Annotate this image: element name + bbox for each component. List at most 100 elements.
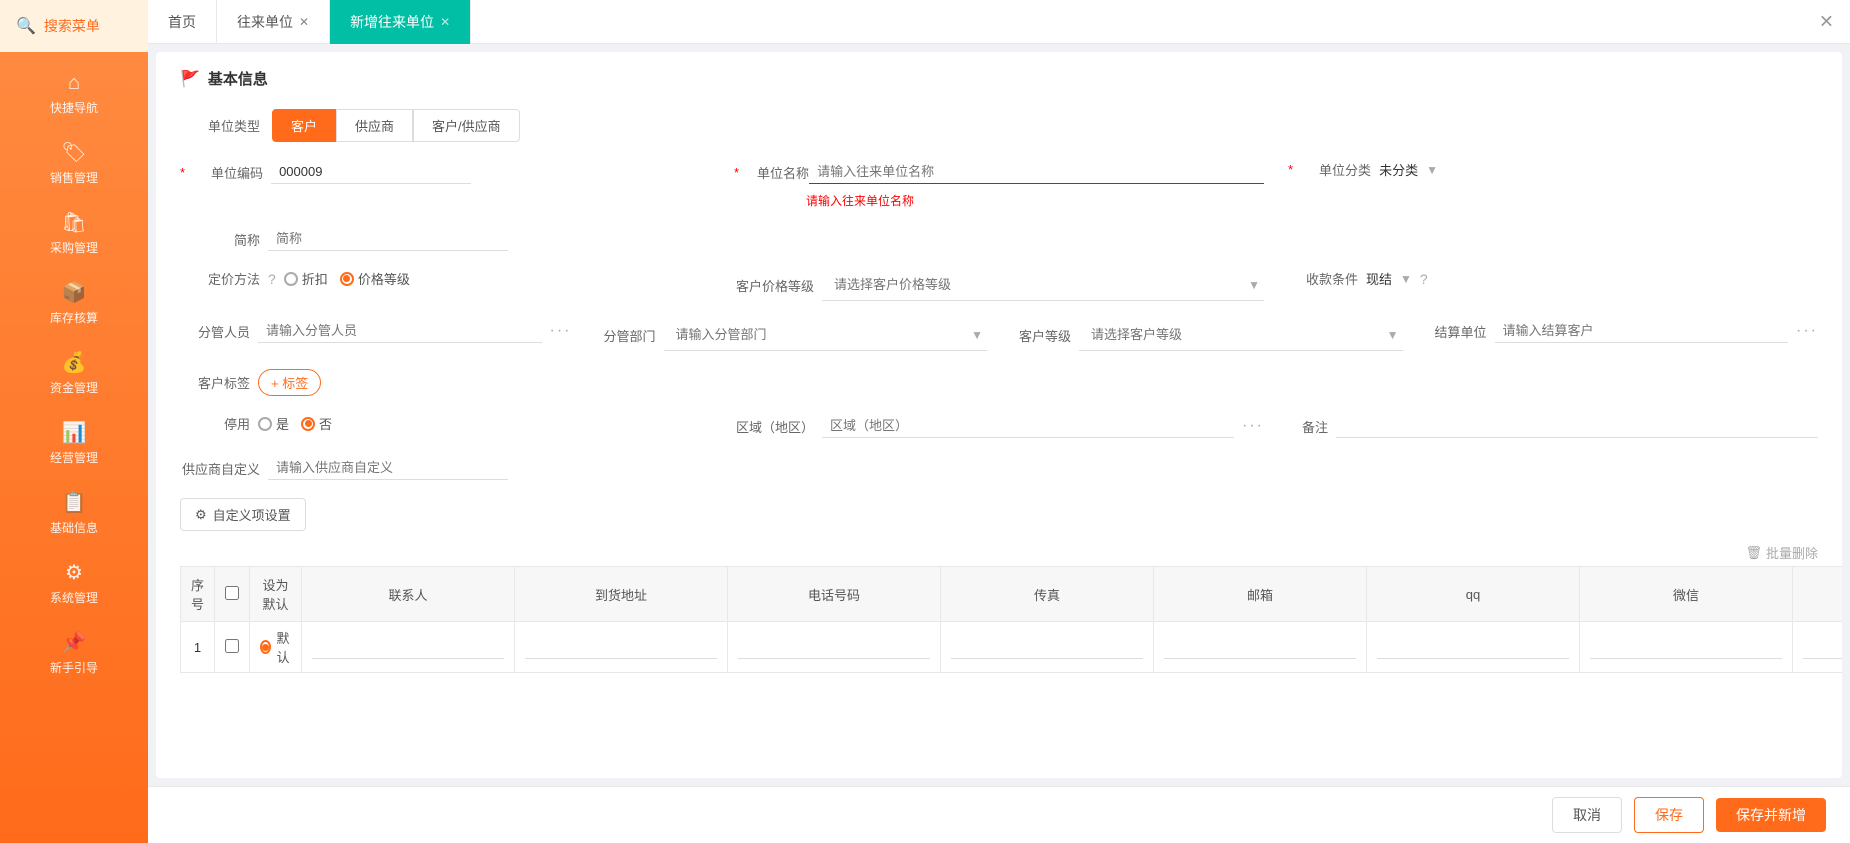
sidebar-item-system[interactable]: ⚙ 系统管理 <box>0 548 148 618</box>
dept-select-wrap[interactable]: ▼ <box>664 319 988 351</box>
customer-level-input[interactable] <box>1083 323 1387 346</box>
customer-price-level-label: 客户价格等级 <box>734 276 814 295</box>
search-menu-item[interactable]: 🔍 搜索菜单 <box>0 8 148 44</box>
tab-new-counterparty-close[interactable]: ✕ <box>440 15 450 29</box>
cell-region <box>1793 622 1842 673</box>
settlement-group: 结算单位 ··· <box>1427 319 1819 343</box>
disable-no[interactable]: 否 <box>301 414 332 433</box>
customer-tag-group: 客户标签 + 标签 <box>180 369 1818 396</box>
unit-code-input[interactable] <box>271 160 471 184</box>
sales-icon: 🏷 <box>61 140 86 165</box>
remark-input[interactable] <box>1336 414 1818 438</box>
qq-input[interactable] <box>1377 635 1569 659</box>
pricing-radio-group: 折扣 价格等级 <box>284 269 410 288</box>
cell-email <box>1154 622 1367 673</box>
custom-settings-button[interactable]: ⚙ 自定义项设置 <box>180 498 306 531</box>
add-tag-button[interactable]: + 标签 <box>258 369 321 396</box>
window-close-icon[interactable]: ✕ <box>1819 11 1834 32</box>
sidebar-menu: ⌂ 快捷导航 🏷 销售管理 🛍 采购管理 📦 库存核算 💰 资金管理 📊 经营管… <box>0 52 148 843</box>
cell-default: 默认 <box>250 622 302 673</box>
settlement-more-icon[interactable]: ··· <box>1796 322 1818 340</box>
price-level-dropdown-icon[interactable]: ▼ <box>1248 278 1260 292</box>
main-area: 首页 往来单位 ✕ 新增往来单位 ✕ ✕ 🚩 基本信息 单位类型 客户 供应商 … <box>148 0 1850 843</box>
customer-level-dropdown-icon[interactable]: ▼ <box>1387 328 1399 342</box>
level-label: 价格等级 <box>358 269 410 288</box>
tabbar: 首页 往来单位 ✕ 新增往来单位 ✕ ✕ <box>148 0 1850 44</box>
pricing-help-icon[interactable]: ? <box>268 271 276 287</box>
region-more-icon[interactable]: ··· <box>1242 417 1264 435</box>
tab-home[interactable]: 首页 <box>148 0 217 44</box>
payment-terms-value: 现结 <box>1366 269 1392 288</box>
btn-customer[interactable]: 客户 <box>272 109 336 142</box>
row-checkbox[interactable] <box>225 639 239 653</box>
phone-input[interactable] <box>738 635 930 659</box>
pricing-radio-level[interactable]: 价格等级 <box>340 269 410 288</box>
sidebar-item-purchase[interactable]: 🛍 采购管理 <box>0 198 148 268</box>
page-body: 🚩 基本信息 单位类型 客户 供应商 客户/供应商 * 单位编码 * 单位名称 <box>156 52 1842 778</box>
remark-label: 备注 <box>1288 417 1328 436</box>
custom-settings-label: 自定义项设置 <box>213 505 291 524</box>
region-input[interactable] <box>822 414 1234 438</box>
sidebar-item-basic-info[interactable]: 📋 基础信息 <box>0 478 148 548</box>
cancel-button[interactable]: 取消 <box>1552 797 1622 833</box>
sidebar-item-label: 采购管理 <box>50 239 98 256</box>
default-radio[interactable]: 默认 <box>260 628 291 666</box>
save-add-button[interactable]: 保存并新增 <box>1716 798 1826 832</box>
wechat-input[interactable] <box>1590 635 1782 659</box>
short-name-input[interactable] <box>268 227 508 251</box>
region-label: 区域（地区） <box>734 417 814 436</box>
sidebar-item-inventory[interactable]: 📦 库存核算 <box>0 268 148 338</box>
sidebar-item-operations[interactable]: 📊 经营管理 <box>0 408 148 478</box>
tab-counterparty-close[interactable]: ✕ <box>299 15 309 29</box>
customer-level-group: 客户等级 ▼ <box>1011 319 1403 351</box>
col-email: 邮箱 <box>1154 567 1367 622</box>
sidebar-item-sales[interactable]: 🏷 销售管理 <box>0 128 148 198</box>
disable-group: 停用 是 否 <box>180 414 710 433</box>
sidebar-item-home[interactable]: ⌂ 快捷导航 <box>0 60 148 128</box>
dept-input[interactable] <box>668 323 972 346</box>
sidebar-top: 🔍 搜索菜单 <box>0 0 148 52</box>
payment-terms-help-icon[interactable]: ? <box>1420 271 1428 287</box>
add-tag-label: + 标签 <box>271 373 308 392</box>
search-icon: 🔍 <box>16 16 36 36</box>
region-table-input[interactable] <box>1803 635 1842 659</box>
col-default: 设为默认 <box>250 567 302 622</box>
sidebar-item-finance[interactable]: 💰 资金管理 <box>0 338 148 408</box>
inventory-icon: 📦 <box>62 280 87 305</box>
customer-level-select-wrap[interactable]: ▼ <box>1079 319 1403 351</box>
btn-supplier[interactable]: 供应商 <box>336 109 413 142</box>
contact-input[interactable] <box>312 635 504 659</box>
payment-terms-group: 收款条件 现结 ▼ ? <box>1288 269 1818 288</box>
customer-price-level-select-wrap[interactable]: ▼ <box>822 269 1264 301</box>
unit-type-row: 单位类型 客户 供应商 客户/供应商 <box>180 109 1818 142</box>
email-input[interactable] <box>1164 635 1356 659</box>
tab-new-counterparty[interactable]: 新增往来单位 ✕ <box>330 0 471 44</box>
batch-delete-label: 批量删除 <box>1766 543 1818 562</box>
supplier-custom-input[interactable] <box>268 456 508 480</box>
payment-terms-dropdown-icon[interactable]: ▼ <box>1400 272 1412 286</box>
unit-name-input[interactable] <box>809 160 1264 184</box>
batch-delete-button[interactable]: 🗑 批量删除 <box>1745 543 1818 562</box>
col-phone: 电话号码 <box>728 567 941 622</box>
discount-radio-circle <box>284 272 298 286</box>
level-radio-circle <box>340 272 354 286</box>
manager-label: 分管人员 <box>180 322 250 341</box>
required-star-cat: * <box>1288 162 1293 177</box>
operations-icon: 📊 <box>62 420 87 445</box>
disable-yes[interactable]: 是 <box>258 414 289 433</box>
address-input[interactable] <box>525 635 717 659</box>
settlement-input[interactable] <box>1495 319 1789 343</box>
fax-input[interactable] <box>951 635 1143 659</box>
select-all-checkbox[interactable] <box>225 586 239 600</box>
manager-more-icon[interactable]: ··· <box>550 322 572 340</box>
save-button[interactable]: 保存 <box>1634 797 1704 833</box>
sidebar-item-label: 新手引导 <box>50 659 98 676</box>
btn-customer-supplier[interactable]: 客户/供应商 <box>413 109 520 142</box>
category-dropdown-icon[interactable]: ▼ <box>1426 163 1438 177</box>
dept-dropdown-icon[interactable]: ▼ <box>971 328 983 342</box>
sidebar-item-guide[interactable]: 📌 新手引导 <box>0 618 148 688</box>
manager-input[interactable] <box>258 319 542 343</box>
tab-counterparty[interactable]: 往来单位 ✕ <box>217 0 330 44</box>
pricing-radio-discount[interactable]: 折扣 <box>284 269 328 288</box>
form-row-shortname: 简称 <box>180 227 1818 251</box>
